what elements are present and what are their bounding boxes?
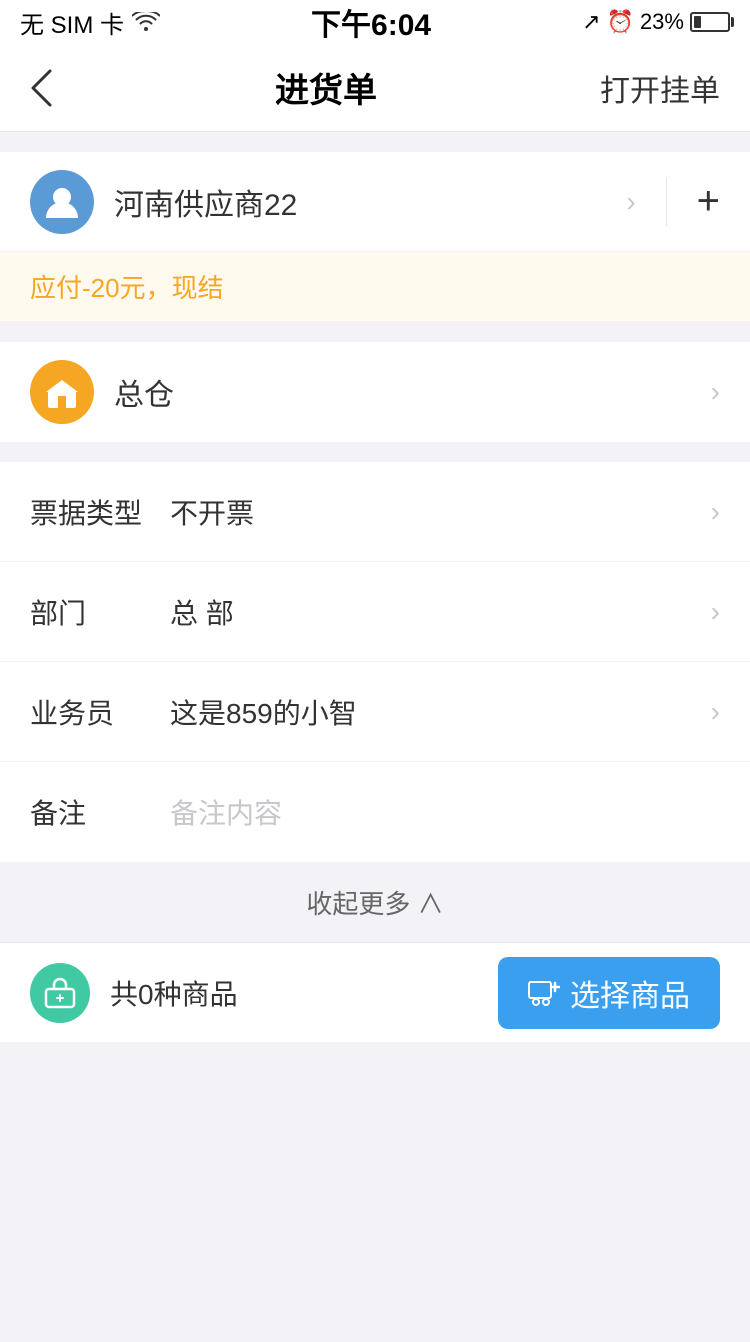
warehouse-card: 总仓 › xyxy=(0,342,750,442)
location-icon: ↗ xyxy=(582,9,600,35)
department-row[interactable]: 部门 总 部 › xyxy=(0,562,750,662)
alarm-icon: ⏰ xyxy=(607,9,634,35)
vertical-divider xyxy=(666,177,667,227)
open-pending-button[interactable]: 打开挂单 xyxy=(600,66,720,110)
add-supplier-button[interactable]: + xyxy=(697,179,720,224)
wifi-icon xyxy=(132,12,160,32)
warehouse-row[interactable]: 总仓 › xyxy=(0,342,750,442)
battery-pct: 23% xyxy=(640,9,684,35)
invoice-type-row[interactable]: 票据类型 不开票 › xyxy=(0,462,750,562)
status-bar: 无 SIM 卡 下午6:04 ↗ ⏰ 23% xyxy=(0,0,750,44)
invoice-type-value: 不开票 xyxy=(170,492,711,532)
no-sim-text: 无 SIM 卡 xyxy=(20,5,124,40)
nav-bar: 进货单 打开挂单 xyxy=(0,44,750,132)
back-button[interactable] xyxy=(30,69,52,107)
collapse-section: 收起更多 ∧ xyxy=(0,862,750,942)
select-goods-button[interactable]: 选择商品 xyxy=(498,957,720,1029)
chevron-right-icon-salesperson: › xyxy=(711,696,720,728)
status-right: ↗ ⏰ 23% xyxy=(582,9,730,35)
bottom-bar: 共0种商品 选择商品 xyxy=(0,942,750,1042)
gray-fill xyxy=(0,1042,750,1342)
collapse-label: 收起更多 ∧ xyxy=(306,884,443,921)
chevron-right-icon-department: › xyxy=(711,596,720,628)
goods-icon xyxy=(42,975,78,1011)
salesperson-label: 业务员 xyxy=(30,692,170,732)
section-separator xyxy=(0,132,750,152)
chevron-right-icon: › xyxy=(626,186,635,218)
warning-bar: 应付-20元，现结 xyxy=(0,252,750,322)
remark-label: 备注 xyxy=(30,792,170,832)
invoice-type-label: 票据类型 xyxy=(30,492,170,532)
select-goods-label: 选择商品 xyxy=(570,971,690,1015)
salesperson-value: 这是859的小智 xyxy=(170,692,711,732)
supplier-card: 河南供应商22 › + 应付-20元，现结 xyxy=(0,152,750,322)
section-separator-2 xyxy=(0,322,750,342)
warehouse-name: 总仓 xyxy=(114,370,711,414)
salesperson-row[interactable]: 业务员 这是859的小智 › xyxy=(0,662,750,762)
page-title: 进货单 xyxy=(275,63,377,112)
warehouse-icon xyxy=(44,374,80,410)
form-section: 票据类型 不开票 › 部门 总 部 › 业务员 这是859的小智 › 备注 备注… xyxy=(0,462,750,862)
remark-row[interactable]: 备注 备注内容 xyxy=(0,762,750,862)
goods-icon-wrap xyxy=(30,963,90,1023)
chevron-right-icon-warehouse: › xyxy=(711,376,720,408)
battery-icon xyxy=(690,12,730,32)
avatar xyxy=(30,170,94,234)
status-left: 无 SIM 卡 xyxy=(20,5,160,40)
status-time: 下午6:04 xyxy=(311,0,431,44)
warehouse-icon-wrap xyxy=(30,360,94,424)
remark-placeholder: 备注内容 xyxy=(170,792,720,832)
cart-icon xyxy=(528,979,560,1007)
department-value: 总 部 xyxy=(170,592,711,632)
goods-count-text: 共0种商品 xyxy=(110,973,238,1013)
goods-left: 共0种商品 xyxy=(30,963,238,1023)
user-icon xyxy=(42,182,82,222)
collapse-button[interactable]: 收起更多 ∧ xyxy=(306,884,443,921)
supplier-actions: › + xyxy=(626,177,720,227)
chevron-right-icon-invoice: › xyxy=(711,496,720,528)
warning-text: 应付-20元，现结 xyxy=(30,273,224,303)
supplier-name: 河南供应商22 xyxy=(114,180,626,224)
supplier-row[interactable]: 河南供应商22 › + xyxy=(0,152,750,252)
department-label: 部门 xyxy=(30,592,170,632)
